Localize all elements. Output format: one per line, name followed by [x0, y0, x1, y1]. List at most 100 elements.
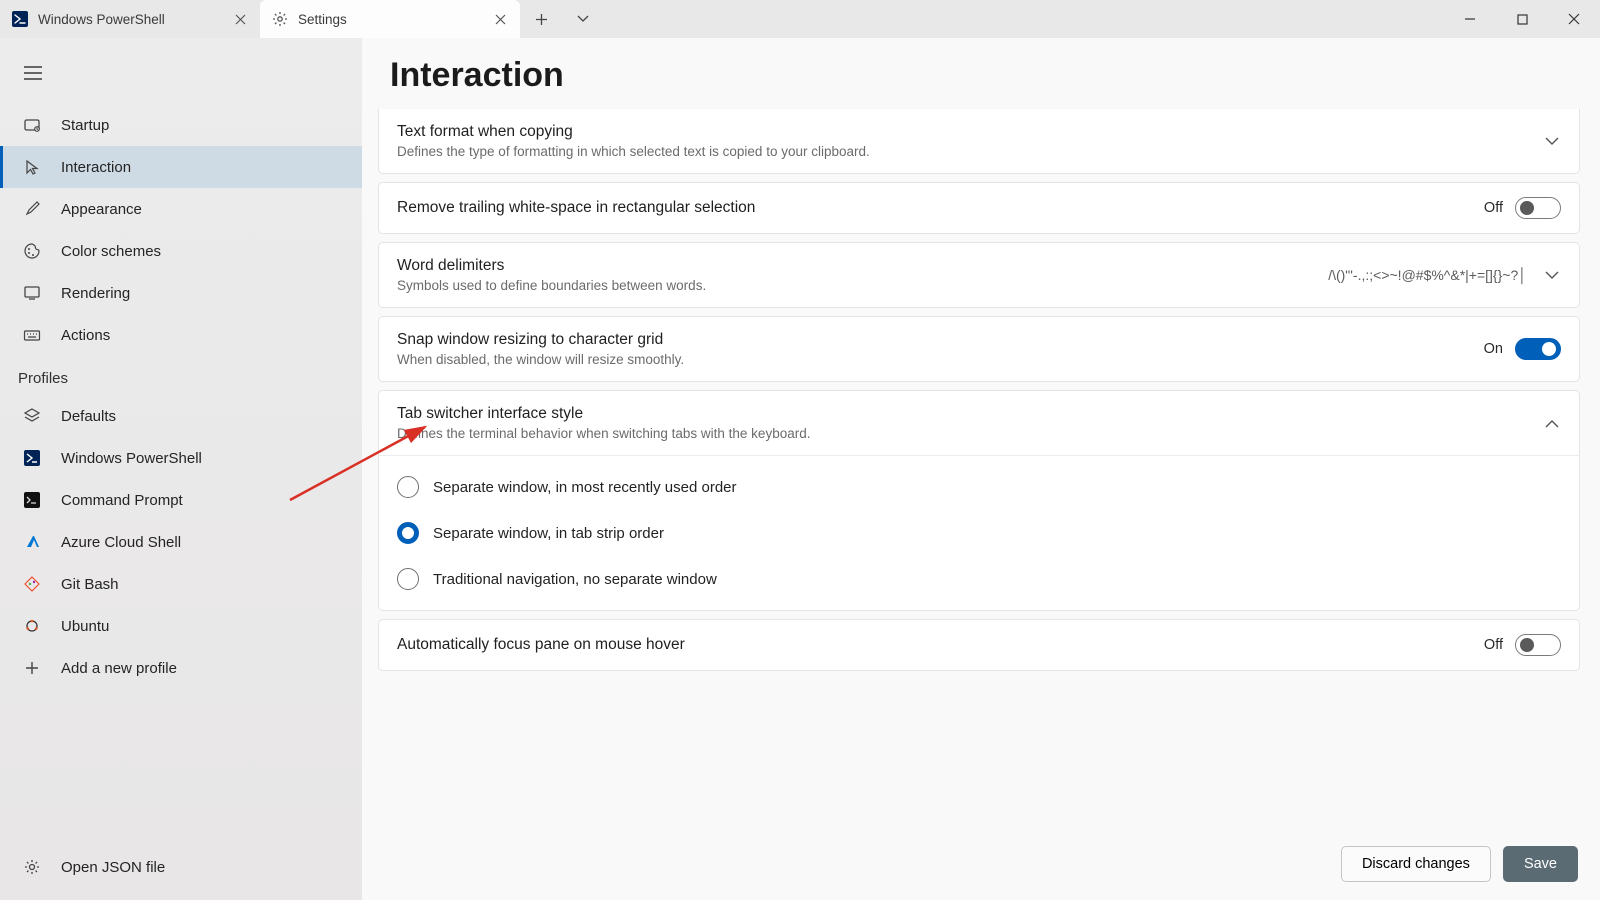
- radio-option-traditional[interactable]: Traditional navigation, no separate wind…: [379, 556, 1579, 602]
- title-bar: Windows PowerShell Settings: [0, 0, 1600, 38]
- tab-powershell[interactable]: Windows PowerShell: [0, 0, 260, 38]
- sidebar-item-profile-powershell[interactable]: Windows PowerShell: [0, 437, 362, 479]
- close-icon[interactable]: [232, 11, 248, 27]
- chevron-down-icon: [1543, 271, 1561, 280]
- sidebar-item-profile-cmd[interactable]: Command Prompt: [0, 479, 362, 521]
- sidebar-item-label: Ubuntu: [61, 618, 109, 635]
- radio-label: Traditional navigation, no separate wind…: [433, 571, 717, 588]
- sidebar-item-color-schemes[interactable]: Color schemes: [0, 230, 362, 272]
- content-area: Interaction Text format when copying Def…: [362, 38, 1600, 900]
- radio-option-mru[interactable]: Separate window, in most recently used o…: [379, 464, 1579, 510]
- window-controls: [1444, 0, 1600, 38]
- sidebar-item-label: Color schemes: [61, 243, 161, 260]
- radio-icon: [397, 476, 419, 498]
- toggle-state-label: Off: [1484, 637, 1503, 653]
- setting-tab-switcher-style[interactable]: Tab switcher interface style Defines the…: [378, 390, 1580, 611]
- sidebar-item-label: Git Bash: [61, 576, 119, 593]
- sidebar-item-label: Command Prompt: [61, 492, 183, 509]
- close-icon[interactable]: [492, 11, 508, 27]
- discard-changes-button[interactable]: Discard changes: [1341, 846, 1491, 882]
- toggle-switch[interactable]: [1515, 338, 1561, 360]
- sidebar-item-profile-gitbash[interactable]: Git Bash: [0, 563, 362, 605]
- setting-auto-focus-hover[interactable]: Automatically focus pane on mouse hover …: [378, 619, 1580, 671]
- gear-icon: [21, 856, 43, 878]
- gitbash-icon: [21, 573, 43, 595]
- setting-snap-resize[interactable]: Snap window resizing to character grid W…: [378, 316, 1580, 382]
- chevron-up-icon: [1543, 419, 1561, 428]
- page-title: Interaction: [362, 38, 1600, 109]
- toggle-switch[interactable]: [1515, 634, 1561, 656]
- powershell-icon: [12, 11, 28, 27]
- tab-title: Settings: [298, 12, 482, 27]
- sidebar-item-add-profile[interactable]: Add a new profile: [0, 647, 362, 689]
- sidebar-item-actions[interactable]: Actions: [0, 314, 362, 356]
- tab-dropdown-button[interactable]: [562, 0, 604, 38]
- new-tab-button[interactable]: [520, 0, 562, 38]
- sidebar-item-open-json[interactable]: Open JSON file: [0, 846, 362, 888]
- sidebar-item-label: Actions: [61, 327, 110, 344]
- maximize-button[interactable]: [1496, 0, 1548, 38]
- settings-list[interactable]: Text format when copying Defines the typ…: [362, 109, 1600, 828]
- chevron-down-icon: [1543, 137, 1561, 146]
- sidebar: Startup Interaction Appearance Color sch…: [0, 38, 362, 900]
- setting-title: Snap window resizing to character grid: [397, 331, 1468, 349]
- setting-title: Tab switcher interface style: [397, 405, 1527, 423]
- setting-description: Defines the type of formatting in which …: [397, 144, 1527, 159]
- cursor-icon: [21, 156, 43, 178]
- cmd-icon: [21, 489, 43, 511]
- gear-icon: [272, 11, 288, 27]
- setting-description: Defines the terminal behavior when switc…: [397, 426, 1527, 441]
- sidebar-item-label: Add a new profile: [61, 660, 177, 677]
- radio-group-tab-switcher: Separate window, in most recently used o…: [379, 455, 1579, 610]
- toggle-switch[interactable]: [1515, 197, 1561, 219]
- sidebar-item-appearance[interactable]: Appearance: [0, 188, 362, 230]
- sidebar-item-label: Defaults: [61, 408, 116, 425]
- profiles-header: Profiles: [0, 356, 362, 395]
- tab-settings[interactable]: Settings: [260, 0, 520, 38]
- tab-controls: [520, 0, 604, 38]
- radio-icon: [397, 522, 419, 544]
- setting-word-delimiters[interactable]: Word delimiters Symbols used to define b…: [378, 242, 1580, 308]
- sidebar-item-label: Startup: [61, 117, 109, 134]
- powershell-icon: [21, 447, 43, 469]
- keyboard-icon: [21, 324, 43, 346]
- minimize-button[interactable]: [1444, 0, 1496, 38]
- radio-icon: [397, 568, 419, 590]
- sidebar-item-label: Windows PowerShell: [61, 450, 202, 467]
- ubuntu-icon: [21, 615, 43, 637]
- setting-description: When disabled, the window will resize sm…: [397, 352, 1468, 367]
- setting-title: Remove trailing white-space in rectangul…: [397, 199, 1468, 217]
- palette-icon: [21, 240, 43, 262]
- setting-value: /\()"'-.,:;<>~!@#$%^&*|+=[]{}~?│: [1328, 267, 1527, 283]
- toggle-state-label: Off: [1484, 200, 1503, 216]
- sidebar-item-label: Appearance: [61, 201, 142, 218]
- startup-icon: [21, 114, 43, 136]
- sidebar-item-label: Interaction: [61, 159, 131, 176]
- sidebar-item-label: Rendering: [61, 285, 130, 302]
- sidebar-item-label: Open JSON file: [61, 859, 165, 876]
- setting-text-format[interactable]: Text format when copying Defines the typ…: [378, 109, 1580, 174]
- radio-option-tab-strip[interactable]: Separate window, in tab strip order: [379, 510, 1579, 556]
- setting-title: Text format when copying: [397, 123, 1527, 141]
- sidebar-item-startup[interactable]: Startup: [0, 104, 362, 146]
- sidebar-item-profile-ubuntu[interactable]: Ubuntu: [0, 605, 362, 647]
- sidebar-item-profile-azure[interactable]: Azure Cloud Shell: [0, 521, 362, 563]
- layers-icon: [21, 405, 43, 427]
- toggle-state-label: On: [1484, 341, 1503, 357]
- radio-label: Separate window, in most recently used o…: [433, 479, 737, 496]
- brush-icon: [21, 198, 43, 220]
- plus-icon: [21, 657, 43, 679]
- azure-icon: [21, 531, 43, 553]
- close-window-button[interactable]: [1548, 0, 1600, 38]
- setting-description: Symbols used to define boundaries betwee…: [397, 278, 1312, 293]
- save-button[interactable]: Save: [1503, 846, 1578, 882]
- sidebar-item-interaction[interactable]: Interaction: [0, 146, 362, 188]
- hamburger-menu-button[interactable]: [16, 56, 50, 90]
- footer-buttons: Discard changes Save: [362, 828, 1600, 900]
- sidebar-item-rendering[interactable]: Rendering: [0, 272, 362, 314]
- setting-remove-trailing-whitespace[interactable]: Remove trailing white-space in rectangul…: [378, 182, 1580, 234]
- radio-label: Separate window, in tab strip order: [433, 525, 664, 542]
- monitor-icon: [21, 282, 43, 304]
- sidebar-item-defaults[interactable]: Defaults: [0, 395, 362, 437]
- setting-title: Automatically focus pane on mouse hover: [397, 636, 1468, 654]
